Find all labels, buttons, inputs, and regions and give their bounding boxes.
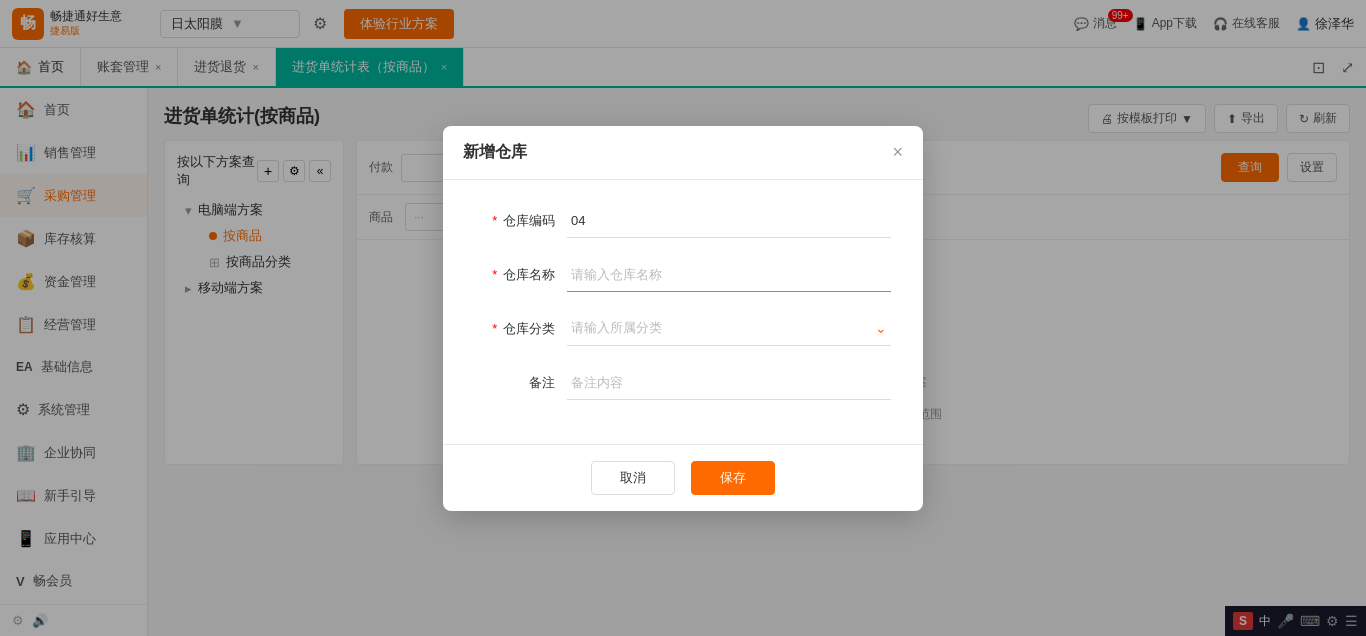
modal-header: 新增仓库 × [443, 126, 923, 180]
remark-label: 备注 [475, 374, 555, 392]
modal-close-button[interactable]: × [892, 143, 903, 161]
form-row-code: * 仓库编码 [475, 204, 891, 238]
modal-backdrop: 新增仓库 × * 仓库编码 * 仓库名称 [0, 0, 1366, 636]
remark-input[interactable] [567, 366, 891, 400]
save-button[interactable]: 保存 [691, 461, 775, 495]
modal-title: 新增仓库 [463, 142, 527, 163]
warehouse-code-input[interactable] [567, 204, 891, 238]
cancel-button[interactable]: 取消 [591, 461, 675, 495]
code-label: * 仓库编码 [475, 212, 555, 230]
form-row-name: * 仓库名称 [475, 258, 891, 292]
modal-footer: 取消 保存 [443, 444, 923, 511]
category-label: * 仓库分类 [475, 320, 555, 338]
warehouse-name-input[interactable] [567, 258, 891, 292]
name-label: * 仓库名称 [475, 266, 555, 284]
category-dropdown-icon: ⌄ [875, 320, 887, 336]
form-row-remark: 备注 [475, 366, 891, 400]
category-select[interactable]: 请输入所属分类 ⌄ [567, 312, 891, 346]
form-row-category: * 仓库分类 请输入所属分类 ⌄ [475, 312, 891, 346]
modal-body: * 仓库编码 * 仓库名称 * 仓库分类 请输入 [443, 180, 923, 444]
add-warehouse-modal: 新增仓库 × * 仓库编码 * 仓库名称 [443, 126, 923, 511]
